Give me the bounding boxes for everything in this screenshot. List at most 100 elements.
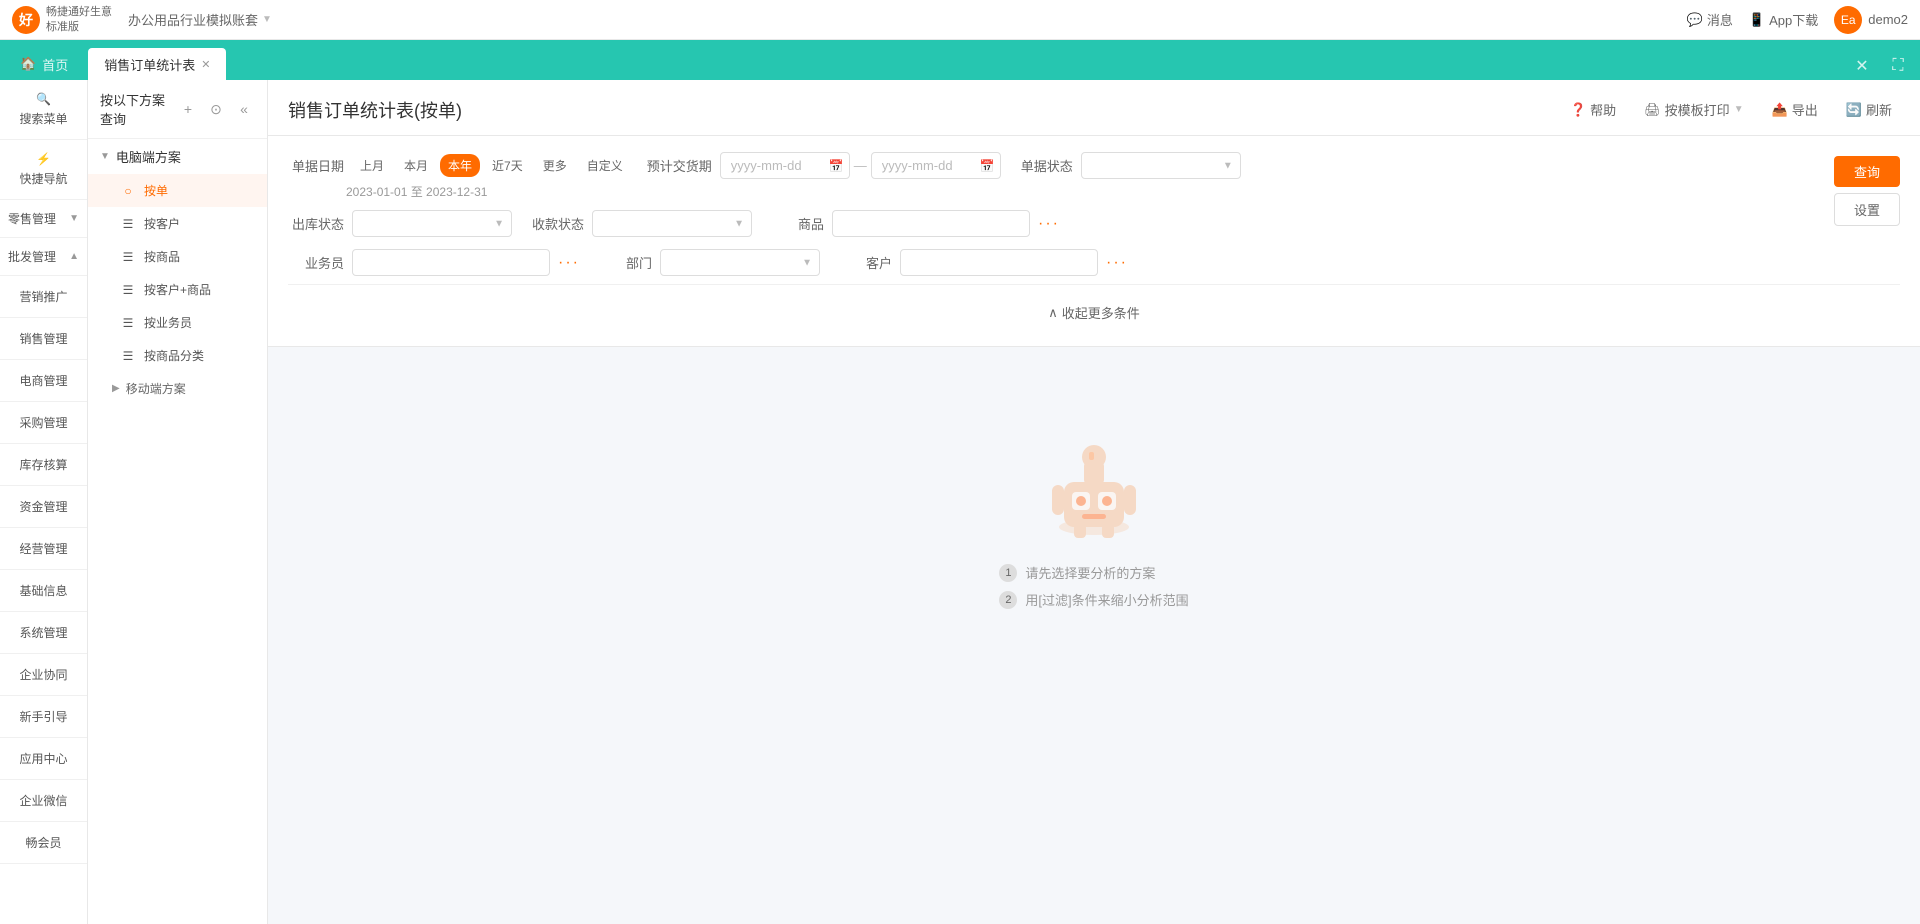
salesperson-more-icon[interactable]: ··· [558,254,580,272]
logo-icon: 好 [12,6,40,34]
date-separator: — [854,158,867,173]
help-icon: ❓ [1570,102,1586,118]
filter-row-1: 单据日期 上月 本月 本年 近7天 更多 自定义 [288,152,1818,179]
edit-plan-button[interactable]: ⊙ [205,98,227,120]
page-actions: ❓ 帮助 🖨 按模板打印 ▼ 📤 导出 🔄 刷新 [1562,96,1900,123]
date-btn-more[interactable]: 更多 [535,154,575,177]
salesperson-input[interactable] [352,249,550,276]
delivery-status-select[interactable] [352,210,512,237]
plan-group-pc: ▼ 电脑端方案 ○ 按单 ☰ 按客户 ☰ 按商品 [88,139,267,372]
department-select[interactable] [660,249,820,276]
wholesale-arrow-icon: ▲ [69,251,79,262]
sidebar-item-quicknav[interactable]: ⚡ 快捷导航 [0,140,87,200]
collapse-icon: ∧ [1048,305,1058,321]
empty-illustration [1034,427,1154,547]
query-button[interactable]: 查询 [1834,156,1900,187]
tab-home[interactable]: 🏠 首页 [4,48,84,80]
plan-group-pc-header[interactable]: ▼ 电脑端方案 [88,139,267,174]
date-shortcuts: 上月 本月 本年 近7天 更多 自定义 [352,154,631,177]
action-buttons: 查询 设置 [1834,156,1900,226]
by-customer-icon: ☰ [120,216,136,232]
nav-tabs: 🏠 首页 销售订单统计表 ✕ ✕ ⛶ [0,40,1920,80]
date-btn-this-month[interactable]: 本月 [396,154,436,177]
customer-more-icon[interactable]: ··· [1106,254,1128,272]
refresh-button[interactable]: 🔄 刷新 [1838,96,1900,123]
tab-sales-stat[interactable]: 销售订单统计表 ✕ [88,48,226,80]
sidebar-item-newguide[interactable]: 新手引导 [0,696,87,738]
plan-item-by-category[interactable]: ☰ 按商品分类 [88,339,267,372]
customer-input[interactable] [900,249,1098,276]
status-select-wrap: ▼ [1081,152,1241,179]
search-icon: 🔍 [36,92,51,106]
close-window-button[interactable]: ✕ [1848,52,1876,80]
left-panel-actions: + ⊙ « [177,98,255,120]
filter-customer-cell: 客户 ··· [836,249,1128,276]
empty-steps: 1 请先选择要分析的方案 2 用[过滤]条件来缩小分析范围 [999,563,1188,609]
status-select[interactable] [1081,152,1241,179]
date-btn-last-month[interactable]: 上月 [352,154,392,177]
by-customer-product-icon: ☰ [120,282,136,298]
sidebar-item-corp[interactable]: 企业协同 [0,654,87,696]
plan-item-by-customer[interactable]: ☰ 按客户 [88,207,267,240]
expected-date-end-input[interactable] [871,152,1001,179]
collapse-filter-button[interactable]: ∧ 收起更多条件 [288,295,1900,330]
plan-item-by-order[interactable]: ○ 按单 [88,174,267,207]
empty-step-1: 1 请先选择要分析的方案 [999,563,1188,582]
sidebar-item-retail[interactable]: 零售管理 ▼ [0,200,87,238]
sidebar-item-sales[interactable]: 销售管理 [0,318,87,360]
user-area[interactable]: Ea demo2 [1834,6,1908,34]
filter-date-group: 上月 本月 本年 近7天 更多 自定义 [352,154,631,177]
sidebar-item-purchase[interactable]: 采购管理 [0,402,87,444]
content-area: 按以下方案查询 + ⊙ « ▼ 电脑端方案 ○ 按单 [88,80,1920,924]
plan-item-by-salesperson[interactable]: ☰ 按业务员 [88,306,267,339]
print-dropdown-icon: ▼ [1734,104,1744,115]
plan-list: ▼ 电脑端方案 ○ 按单 ☰ 按客户 ☰ 按商品 [88,139,267,924]
sidebar-item-appcenter[interactable]: 应用中心 [0,738,87,780]
goods-input[interactable] [832,210,1030,237]
filter-row-2: 出库状态 ▼ 收款状态 [288,210,1818,237]
sidebar-item-basic[interactable]: 基础信息 [0,570,87,612]
sidebar-item-marketing[interactable]: 营销推广 [0,276,87,318]
payment-status-select[interactable] [592,210,752,237]
add-plan-button[interactable]: + [177,98,199,120]
refresh-icon: 🔄 [1846,102,1862,118]
sidebar-item-ecommerce[interactable]: 电商管理 [0,360,87,402]
sidebar-item-corpwechat[interactable]: 企业微信 [0,780,87,822]
sidebar-item-system[interactable]: 系统管理 [0,612,87,654]
top-bar: 好 畅捷通好生意 标准版 办公用品行业模拟账套 ▼ 💬 消息 📱 App下载 E… [0,0,1920,40]
plan-item-by-product[interactable]: ☰ 按商品 [88,240,267,273]
date-btn-custom[interactable]: 自定义 [579,154,631,177]
sidebar-item-inventory[interactable]: 库存核算 [0,444,87,486]
filter-status-cell: 单据状态 ▼ [1017,152,1241,179]
maximize-window-button[interactable]: ⛶ [1884,52,1912,80]
logo-text: 畅捷通好生意 标准版 [46,5,112,34]
workspace-selector[interactable]: 办公用品行业模拟账套 ▼ [120,6,280,33]
sidebar-item-search[interactable]: 🔍 搜索菜单 [0,80,87,140]
download-icon: 📱 [1749,12,1765,28]
goods-more-icon[interactable]: ··· [1038,215,1060,233]
empty-state: 1 请先选择要分析的方案 2 用[过滤]条件来缩小分析范围 [268,347,1920,689]
filter-date-cell: 单据日期 上月 本月 本年 近7天 更多 自定义 [288,154,631,177]
sidebar-item-member[interactable]: 畅会员 [0,822,87,864]
plan-group-mobile-header[interactable]: ▶ 移动端方案 [88,372,267,405]
left-panel: 按以下方案查询 + ⊙ « ▼ 电脑端方案 ○ 按单 [88,80,268,924]
help-button[interactable]: ❓ 帮助 [1562,96,1624,123]
sidebar-item-finance[interactable]: 资金管理 [0,486,87,528]
sidebar-item-wholesale[interactable]: 批发管理 ▲ [0,238,87,276]
date-btn-last-7days[interactable]: 近7天 [484,154,531,177]
export-icon: 📤 [1772,102,1788,118]
app-download-button[interactable]: 📱 App下载 [1749,10,1818,29]
logo-area: 好 畅捷通好生意 标准版 [12,5,112,34]
expected-date-start-input[interactable] [720,152,850,179]
message-icon: 💬 [1687,12,1703,28]
date-btn-this-year[interactable]: 本年 [440,154,480,177]
messages-button[interactable]: 💬 消息 [1687,10,1733,29]
date-range-display: 2023-01-01 至 2023-12-31 [346,185,487,199]
plan-item-by-customer-product[interactable]: ☰ 按客户+商品 [88,273,267,306]
template-print-button[interactable]: 🖨 按模板打印 ▼ [1636,96,1751,123]
collapse-panel-button[interactable]: « [233,98,255,120]
reset-button[interactable]: 设置 [1834,193,1900,226]
export-button[interactable]: 📤 导出 [1764,96,1826,123]
sidebar-item-business[interactable]: 经营管理 [0,528,87,570]
tab-close-icon[interactable]: ✕ [201,58,210,71]
